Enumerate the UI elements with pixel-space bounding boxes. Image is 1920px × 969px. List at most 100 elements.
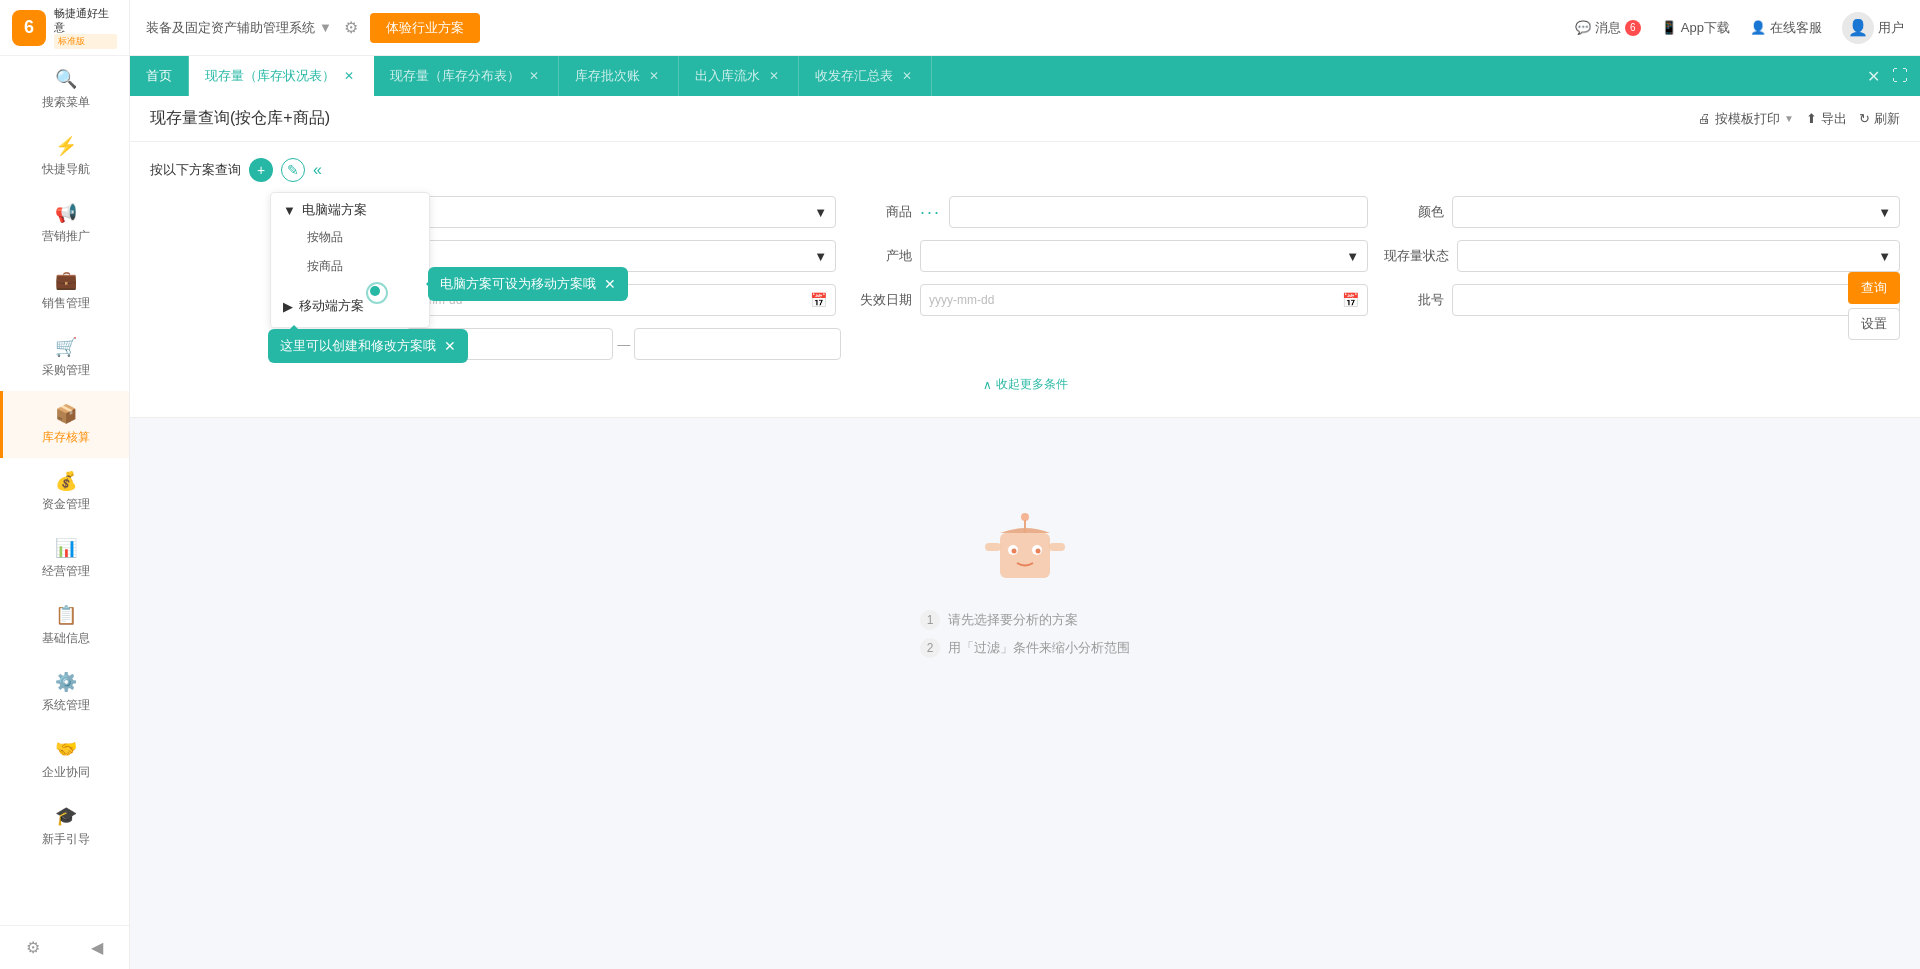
svg-rect-5 [985,543,1001,551]
user-action[interactable]: 👤 用户 [1842,12,1904,44]
sidebar-item-management[interactable]: 📊 经营管理 [0,525,129,592]
chevron-down-icon: ▼ [319,20,332,35]
message-action[interactable]: 💬 消息 6 [1575,19,1641,37]
chevron-down-color: ▼ [1878,205,1891,220]
inventory-icon: 📦 [55,403,77,425]
chevron-down-origin: ▼ [1346,249,1359,264]
refresh-btn[interactable]: ↻ 刷新 [1859,110,1900,128]
tab-close-flow[interactable]: ✕ [766,68,782,84]
settings-bottom-btn[interactable]: ⚙ [26,938,40,957]
color-select[interactable]: ▼ [1452,196,1900,228]
export-btn[interactable]: ⬆ 导出 [1806,110,1847,128]
scheme-item-product2[interactable]: 按商品 [283,252,417,281]
tab-close-stock-dist[interactable]: ✕ [526,68,542,84]
management-icon: 📊 [55,537,77,559]
sidebar-item-inventory[interactable]: 📦 库存核算 [0,391,129,458]
cooperation-icon: 🤝 [55,738,77,760]
system-icon: ⚙️ [55,671,77,693]
warehouse-select[interactable]: ▼ [417,196,836,228]
product-label: 商品 [852,203,912,221]
collapse-sidebar-btn[interactable]: ◀ [91,938,103,957]
expire-date-from[interactable]: yyyy-mm-dd 📅 [920,284,1368,316]
tab-summary[interactable]: 收发存汇总表 ✕ [799,56,932,96]
tab-maximize-btn[interactable]: ⛶ [1892,67,1908,85]
tooltip-edit-scheme: 这里可以创建和修改方案哦 ✕ [268,329,468,363]
svg-point-8 [1021,513,1029,521]
tab-batch-account[interactable]: 库存批次账 ✕ [559,56,679,96]
sidebar-item-guide[interactable]: 🎓 新手引导 [0,793,129,860]
sidebar-item-basic[interactable]: 📋 基础信息 [0,592,129,659]
avatar: 👤 [1842,12,1874,44]
svg-point-4 [1036,549,1041,554]
tab-in-out-flow[interactable]: 出入库流水 ✕ [679,56,799,96]
chevron-down-warehouse: ▼ [814,205,827,220]
quicknav-icon: ⚡ [55,135,77,157]
system-selector[interactable]: 装备及固定资产辅助管理系统 ▼ [146,19,332,37]
message-icon: 💬 [1575,20,1591,35]
reset-button[interactable]: 设置 [1848,308,1900,340]
product-select[interactable] [949,196,1368,228]
batch-label: 批号 [1384,291,1444,309]
origin-field: 产地 ▼ [852,240,1368,272]
batch-input[interactable] [1452,284,1900,316]
stock-status-label: 现存量状态 [1384,247,1449,265]
sidebar-item-sales[interactable]: 💼 销售管理 [0,257,129,324]
stock-sep: — [617,337,630,352]
sidebar-item-search[interactable]: 🔍 搜索菜单 [0,56,129,123]
print-btn[interactable]: 🖨 按模板打印 ▼ [1698,110,1794,128]
logo-text: 畅捷通好生意 [54,6,117,35]
calendar-prod-from-icon: 📅 [810,292,827,308]
logo-area: 6 畅捷通好生意 标准版 [0,0,129,56]
scheme-item-product1[interactable]: 按物品 [283,223,417,252]
sidebar-item-quicknav[interactable]: ⚡ 快捷导航 [0,123,129,190]
desktop-scheme-expand[interactable]: ▼ 电脑端方案 [283,201,417,219]
stock-status-select[interactable]: ▼ [1457,240,1900,272]
empty-state: 1 请先选择要分析的方案 2 用「过滤」条件来缩小分析范围 [130,418,1920,738]
print-icon: 🖨 [1698,111,1711,126]
trial-button[interactable]: 体验行业方案 [370,13,480,43]
finance-icon: 💰 [55,470,77,492]
tooltip-add-close[interactable]: ✕ [604,276,616,292]
tab-close-all-btn[interactable]: ✕ [1867,67,1880,86]
sidebar-item-finance[interactable]: 💰 资金管理 [0,458,129,525]
tab-home[interactable]: 首页 [130,56,189,96]
batch-field: 批号 [1384,284,1900,316]
tooltip-add-scheme: 电脑方案可设为移动方案哦 ✕ [428,267,628,301]
product-field: 商品 ··· [852,196,1368,228]
add-scheme-btn[interactable]: + [249,158,273,182]
empty-step-1: 1 请先选择要分析的方案 [920,610,1130,630]
tab-bar: 首页 现存量（库存状况表） ✕ 现存量（库存分布表） ✕ 库存批次账 ✕ 出入库… [130,56,1920,96]
back-arrow-btn[interactable]: « [313,161,322,179]
tab-close-summary[interactable]: ✕ [899,68,915,84]
sales-icon: 💼 [55,269,77,291]
tab-close-stock-status[interactable]: ✕ [341,68,357,84]
tab-stock-status[interactable]: 现存量（库存状况表） ✕ [189,56,374,96]
settings-icon[interactable]: ⚙ [344,18,358,37]
search-icon: 🔍 [55,68,77,90]
sidebar-item-cooperation[interactable]: 🤝 企业协同 [0,726,129,793]
collapse-filter-btn[interactable]: ∧ 收起更多条件 [150,368,1900,401]
logo-icon: 6 [12,10,46,46]
tab-stock-distribution[interactable]: 现存量（库存分布表） ✕ [374,56,559,96]
support-icon: 👤 [1750,20,1766,35]
edit-scheme-btn[interactable]: ✎ [281,158,305,182]
stock-main-to[interactable] [634,328,841,360]
mobile-scheme-expand[interactable]: ▶ 移动端方案 [283,297,417,315]
sidebar-item-marketing[interactable]: 📢 营销推广 [0,190,129,257]
origin-select[interactable]: ▼ [920,240,1368,272]
app-download-action[interactable]: 📱 App下载 [1661,19,1730,37]
sidebar: 6 畅捷通好生意 标准版 🔍 搜索菜单 ⚡ 快捷导航 📢 营销推广 💼 销售管理… [0,0,130,969]
color-field: 颜色 ▼ [1384,196,1900,228]
empty-step-2: 2 用「过滤」条件来缩小分析范围 [920,638,1130,658]
sidebar-item-system[interactable]: ⚙️ 系统管理 [0,659,129,726]
basic-icon: 📋 [55,604,77,626]
online-support-action[interactable]: 👤 在线客服 [1750,19,1822,37]
product-dots: ··· [920,202,941,223]
sidebar-item-purchase[interactable]: 🛒 采购管理 [0,324,129,391]
tab-close-batch[interactable]: ✕ [646,68,662,84]
tooltip-edit-close[interactable]: ✕ [444,338,456,354]
svg-rect-6 [1049,543,1065,551]
phone-icon: 📱 [1661,20,1677,35]
desktop-scheme-group: ▼ 电脑端方案 按物品 按商品 [271,193,429,289]
search-button[interactable]: 查询 [1848,272,1900,304]
